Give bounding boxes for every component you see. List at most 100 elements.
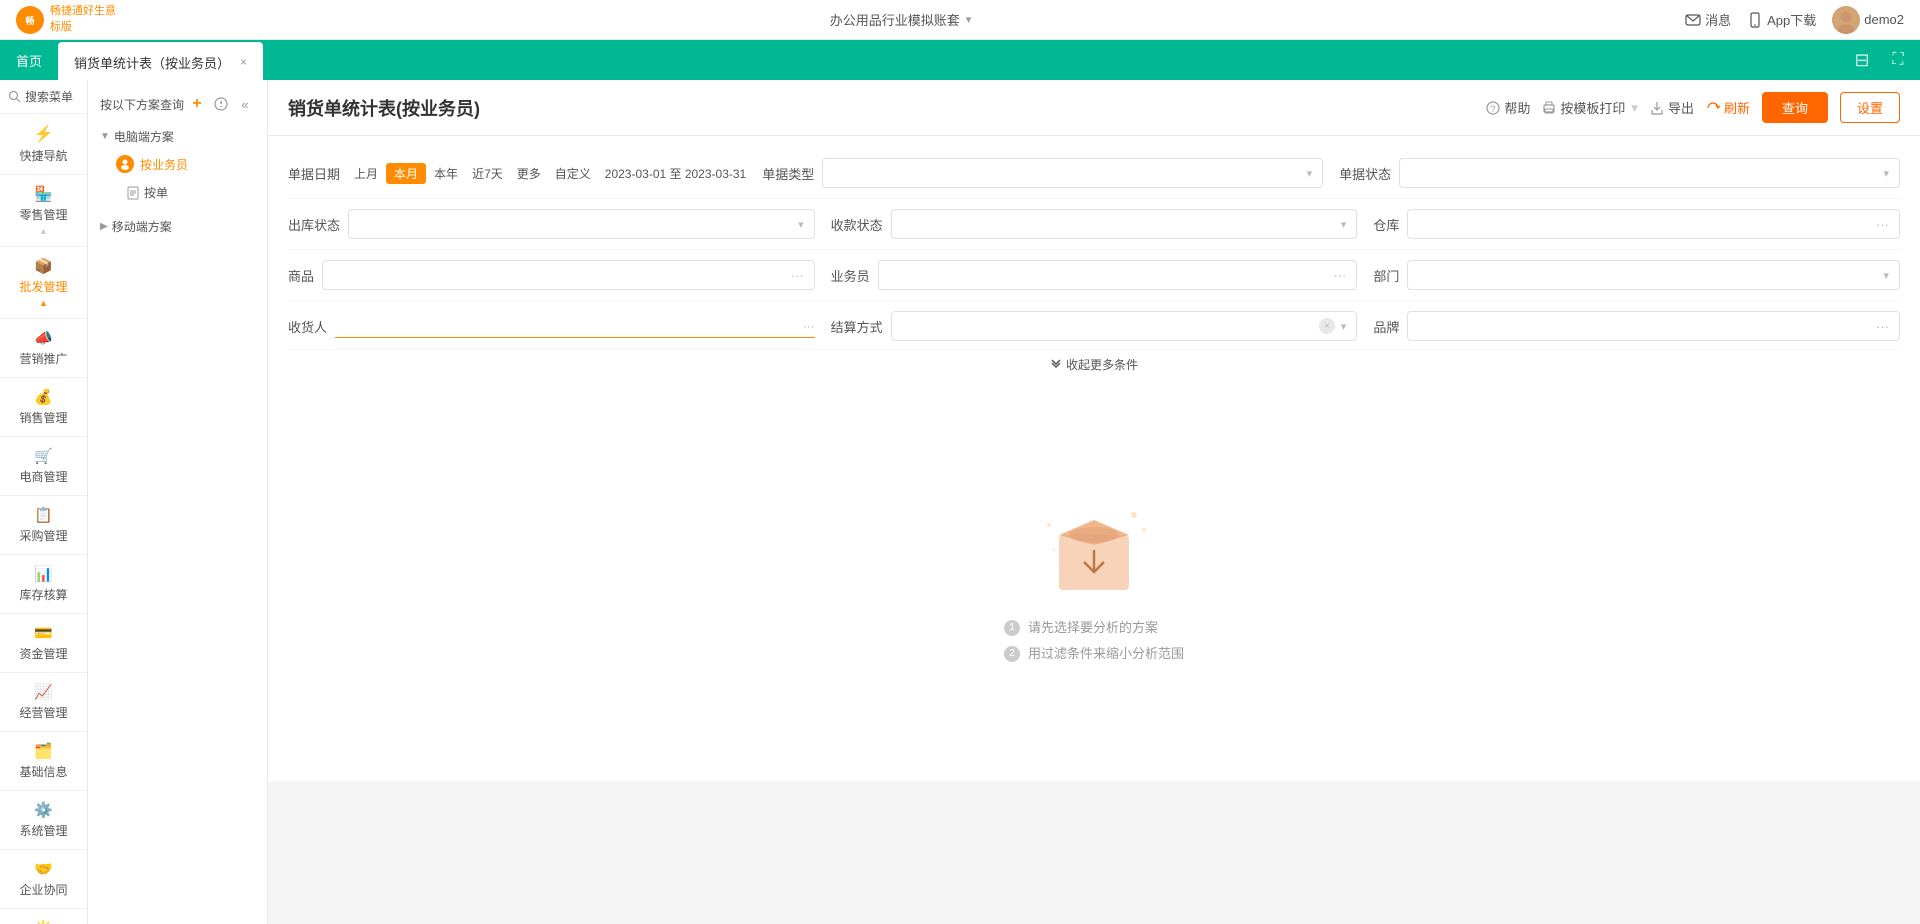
receipt-status-cell: 收款状态 ▾	[831, 209, 1358, 239]
custom-btn[interactable]: 自定义	[549, 163, 597, 184]
app-download-action[interactable]: App下载	[1747, 10, 1816, 29]
payment-select[interactable]: × ▾	[891, 311, 1358, 341]
order-icon	[126, 186, 140, 200]
sidebar-finance-label: 资金管理	[19, 645, 67, 662]
consignee-text-input[interactable]	[335, 318, 803, 333]
payment-clear-btn[interactable]: ×	[1319, 318, 1335, 334]
collapse-btn[interactable]: 收起更多条件	[1050, 356, 1138, 373]
sidebar-quick-nav[interactable]: ⚡ 快捷导航	[0, 114, 87, 175]
print-btn[interactable]: 按模板打印 ▾	[1542, 98, 1638, 117]
marketing-icon: 📣	[34, 329, 53, 347]
scheme-by-order[interactable]: 按单	[88, 179, 267, 206]
doc-status-cell: 单据状态 ▾	[1339, 158, 1900, 188]
step-2-num: 2	[1004, 646, 1020, 662]
scheme-active-icon	[116, 155, 134, 173]
sidebar-item-retail[interactable]: 🏪 零售管理 ▲	[0, 175, 87, 247]
header-right: 消息 App下载 demo2	[1685, 6, 1904, 34]
refresh-icon	[1706, 101, 1720, 115]
doc-status-arrow-icon: ▾	[1883, 167, 1889, 180]
sidebar-item-enterprise[interactable]: 🤝 企业协同	[0, 850, 87, 909]
sidebar-item-wholesale[interactable]: 📦 批发管理 ▲	[0, 247, 87, 319]
doc-status-select[interactable]: ▾	[1399, 158, 1900, 188]
out-status-select[interactable]: ▾	[348, 209, 815, 239]
dept-select[interactable]: ▾	[1407, 260, 1900, 290]
last7days-btn[interactable]: 近7天	[466, 163, 509, 184]
help-btn[interactable]: ? 帮助	[1486, 98, 1530, 117]
query-panel-actions: + «	[187, 94, 255, 114]
mobile-icon	[1747, 12, 1763, 28]
sidebar-sales-label: 销售管理	[19, 409, 67, 426]
edit-icon	[214, 97, 228, 111]
tab-maximize-btn[interactable]: ⛶	[1884, 46, 1912, 74]
scheme-by-salesperson[interactable]: 按业务员	[88, 149, 267, 179]
tab-home[interactable]: 首页	[0, 40, 58, 80]
refresh-btn[interactable]: 刷新	[1706, 98, 1750, 117]
user-area[interactable]: demo2	[1832, 6, 1904, 34]
sidebar-retail-label: 零售管理	[19, 206, 67, 223]
collapse-panel-btn[interactable]: «	[235, 94, 255, 114]
title-dropdown-icon[interactable]: ▾	[966, 13, 972, 26]
sidebar-item-newbie[interactable]: 🌟 新手引导	[0, 909, 87, 924]
message-label: 消息	[1705, 10, 1731, 29]
sidebar-basic-label: 基础信息	[19, 763, 67, 780]
main-layout: 搜索菜单 ⚡ 快捷导航 🏪 零售管理 ▲ 📦 批发管理 ▲ 📣 营销推广 💰 销…	[0, 80, 1920, 924]
app-title: 办公用品行业模拟账套	[830, 10, 960, 29]
this-month-btn[interactable]: 本月	[386, 163, 426, 184]
sidebar-item-ecommerce[interactable]: 🛒 电商管理	[0, 437, 87, 496]
sidebar-ecommerce-label: 电商管理	[19, 468, 67, 485]
sidebar-item-marketing[interactable]: 📣 营销推广	[0, 319, 87, 378]
salesperson-input[interactable]: ···	[878, 260, 1358, 290]
logo-icon: 畅	[16, 6, 44, 34]
sidebar-item-sales[interactable]: 💰 销售管理	[0, 378, 87, 437]
logo-area[interactable]: 畅 畅捷通好生意 标版	[16, 5, 116, 34]
app-title-area[interactable]: 办公用品行业模拟账套 ▾	[830, 10, 972, 29]
tab-bar: 首页 销货单统计表（按业务员） × ⊟ ⛶	[0, 40, 1920, 80]
query-btn[interactable]: 查询	[1762, 92, 1828, 123]
receipt-status-arrow-icon: ▾	[1341, 218, 1347, 231]
tab-home-label: 首页	[16, 51, 42, 70]
consignee-input[interactable]: ···	[335, 314, 815, 338]
query-panel: 按以下方案查询 + « ▼ 电脑端方案	[88, 80, 268, 924]
logo-text2: 标版	[50, 18, 116, 34]
payment-label: 结算方式	[831, 317, 883, 336]
sidebar-item-purchase[interactable]: 📋 采购管理	[0, 496, 87, 555]
empty-steps: 1 请先选择要分析的方案 2 用过滤条件来缩小分析范围	[1004, 615, 1184, 667]
sidebar-item-basic[interactable]: 🗂️ 基础信息	[0, 732, 87, 791]
this-year-btn[interactable]: 本年	[428, 163, 464, 184]
tab-close-btn[interactable]: ×	[240, 55, 247, 69]
desktop-group-header[interactable]: ▼ 电脑端方案	[88, 124, 267, 149]
sidebar-item-inventory[interactable]: 📊 库存核算	[0, 555, 87, 614]
tab-minimize-btn[interactable]: ⊟	[1848, 46, 1876, 74]
last-month-btn[interactable]: 上月	[348, 163, 384, 184]
collapse-icon	[1050, 359, 1062, 371]
goods-input[interactable]: ···	[322, 260, 815, 290]
add-scheme-btn[interactable]: +	[187, 94, 207, 114]
message-action[interactable]: 消息	[1685, 10, 1731, 29]
mobile-group-header[interactable]: ▶ 移动端方案	[88, 214, 267, 239]
consignee-dots: ···	[803, 319, 815, 333]
brand-input[interactable]: ···	[1407, 311, 1900, 341]
sidebar-operations-label: 经营管理	[19, 704, 67, 721]
brand-cell: 品牌 ···	[1373, 311, 1900, 341]
export-icon	[1650, 101, 1664, 115]
more-btn[interactable]: 更多	[511, 163, 547, 184]
out-status-cell: 出库状态 ▾	[288, 209, 815, 239]
tab-active[interactable]: 销货单统计表（按业务员） ×	[58, 42, 263, 82]
search-menu[interactable]: 搜索菜单	[0, 80, 87, 114]
settings-btn[interactable]: 设置	[1840, 92, 1900, 123]
consignee-cell: 收货人 ···	[288, 314, 815, 338]
payment-actions: × ▾	[1319, 318, 1347, 334]
sidebar-item-system[interactable]: ⚙️ 系统管理	[0, 791, 87, 850]
print-icon	[1542, 101, 1556, 115]
desktop-scheme-group: ▼ 电脑端方案 按业务员	[88, 120, 267, 210]
receipt-status-select[interactable]: ▾	[891, 209, 1358, 239]
doc-type-select[interactable]: ▾	[822, 158, 1323, 188]
sidebar-item-operations[interactable]: 📈 经营管理	[0, 673, 87, 732]
edit-scheme-btn[interactable]	[211, 94, 231, 114]
date-filter-cell: 单据日期 上月 本月 本年 近7天 更多 自定义 2023-03-01 至 20…	[288, 163, 746, 184]
export-btn[interactable]: 导出	[1650, 98, 1694, 117]
sidebar-item-finance[interactable]: 💳 资金管理	[0, 614, 87, 673]
help-label: 帮助	[1504, 98, 1530, 117]
warehouse-input[interactable]: ···	[1407, 209, 1900, 239]
sidebar-enterprise-label: 企业协同	[19, 881, 67, 898]
